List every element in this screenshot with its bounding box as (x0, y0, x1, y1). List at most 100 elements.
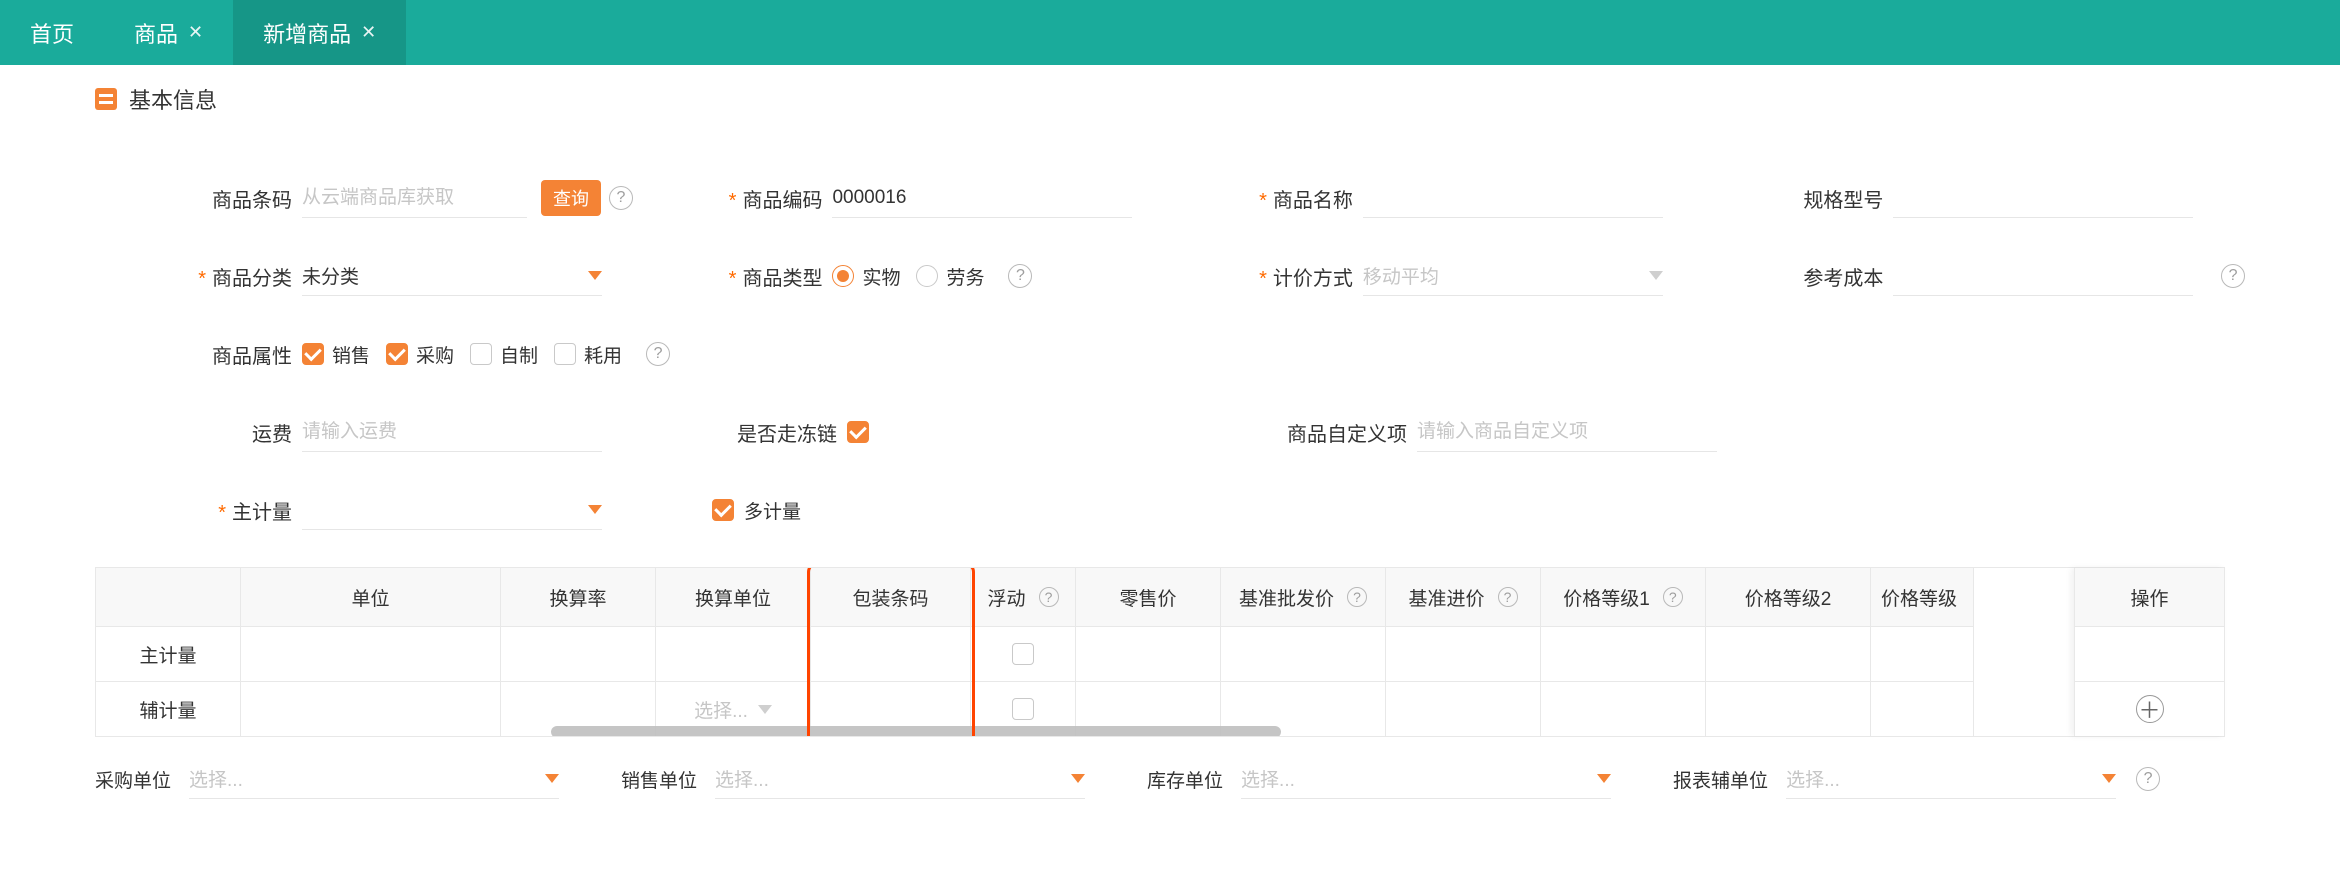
cell-wholesale[interactable] (1221, 626, 1386, 681)
chk-selfmade[interactable]: 自制 (470, 341, 538, 368)
cell-lv1[interactable] (1541, 681, 1706, 736)
cell-lv3[interactable] (1871, 681, 1974, 736)
cell-lv2[interactable] (1706, 681, 1871, 736)
section-title-text: 基本信息 (129, 83, 217, 115)
checkbox-icon[interactable] (1012, 698, 1034, 720)
label-stock-unit: 库存单位 (1147, 766, 1223, 793)
custom-input[interactable] (1417, 412, 1717, 452)
add-row-button[interactable]: ＋ (2136, 695, 2164, 723)
help-icon[interactable]: ? (1663, 587, 1683, 607)
cell-rateunit[interactable] (656, 626, 811, 681)
chk-consume[interactable]: 耗用 (554, 341, 622, 368)
close-icon[interactable]: ✕ (361, 22, 376, 43)
th-level3-cut: 价格等级 (1871, 568, 1974, 626)
chevron-down-icon (545, 774, 559, 783)
radio-physical[interactable]: 实物 (832, 263, 900, 290)
th-rateunit: 换算单位 (656, 568, 811, 626)
cell-op-add: ＋ (2075, 681, 2225, 736)
cell-packbarcode[interactable] (811, 626, 971, 681)
category-select[interactable]: 未分类 (302, 256, 602, 296)
multiunit-checkbox[interactable] (712, 499, 734, 521)
cell-unit[interactable] (241, 681, 501, 736)
row-aux-label: 辅计量 (96, 681, 241, 736)
help-icon[interactable]: ? (1347, 587, 1367, 607)
tab-goods-label: 商品 (134, 17, 178, 49)
label-name: 商品名称 (1228, 184, 1363, 213)
help-icon[interactable]: ? (1008, 264, 1032, 288)
freight-input[interactable] (302, 412, 602, 452)
section-basic-info: 基本信息 (95, 83, 2245, 115)
cell-float[interactable] (971, 626, 1076, 681)
cell-basecost[interactable] (1386, 681, 1541, 736)
label-code: 商品编码 (697, 184, 832, 213)
name-input[interactable] (1363, 178, 1663, 218)
close-icon[interactable]: ✕ (188, 22, 203, 43)
chevron-down-icon (2102, 774, 2116, 783)
cell-lv2[interactable] (1706, 626, 1871, 681)
tab-home[interactable]: 首页 (0, 0, 104, 65)
cell-unit[interactable] (241, 626, 501, 681)
label-freight: 运费 (167, 418, 302, 447)
purchase-unit-select[interactable]: 选择... (189, 759, 559, 799)
label-mainunit: 主计量 (167, 496, 302, 525)
tab-goods[interactable]: 商品 ✕ (104, 0, 233, 65)
coldchain-checkbox[interactable] (847, 421, 869, 443)
code-input[interactable] (832, 178, 1132, 218)
table-scroll[interactable]: 单位 换算率 换算单位 包装条码 浮动? 零售价 基准批发价? 基准进价? 价格… (241, 568, 2074, 736)
help-icon[interactable]: ? (1039, 587, 1059, 607)
unit-table: 主计量 辅计量 单位 换算率 换算单位 包装条码 浮动? 零售价 基准批发价? … (95, 567, 2225, 737)
cell-lv3[interactable] (1871, 626, 1974, 681)
mainunit-select[interactable] (302, 490, 602, 530)
sale-unit-select[interactable]: 选择... (715, 759, 1085, 799)
label-coldchain: 是否走冻链 (712, 418, 847, 447)
cell-retail[interactable] (1076, 626, 1221, 681)
checkbox-icon (302, 343, 324, 365)
checkbox-icon[interactable] (1012, 643, 1034, 665)
pricing-select[interactable]: 移动平均 (1363, 256, 1663, 296)
report-unit-select[interactable]: 选择... (1786, 759, 2116, 799)
radio-service[interactable]: 劳务 (916, 263, 984, 290)
lookup-button[interactable]: 查询 (541, 180, 601, 216)
label-category: 商品分类 (167, 262, 302, 291)
help-icon[interactable]: ? (646, 342, 670, 366)
chevron-down-icon (588, 505, 602, 514)
checkbox-icon (386, 343, 408, 365)
help-icon[interactable]: ? (2136, 767, 2160, 791)
table-fixed-left: 主计量 辅计量 (96, 568, 241, 736)
help-icon[interactable]: ? (609, 186, 633, 210)
label-custom: 商品自定义项 (1257, 418, 1417, 447)
label-spec: 规格型号 (1758, 184, 1893, 213)
refcost-input[interactable] (1893, 256, 2193, 296)
label-report-unit: 报表辅单位 (1673, 766, 1768, 793)
label-pricing: 计价方式 (1228, 262, 1363, 291)
th-pack-barcode: 包装条码 (811, 568, 971, 626)
horizontal-scrollbar[interactable] (551, 726, 1281, 736)
cell-rate[interactable] (501, 626, 656, 681)
radio-icon (916, 265, 938, 287)
cell-basecost[interactable] (1386, 626, 1541, 681)
th-float: 浮动? (971, 568, 1076, 626)
help-icon[interactable]: ? (2221, 264, 2245, 288)
stock-unit-select[interactable]: 选择... (1241, 759, 1611, 799)
spec-input[interactable] (1893, 178, 2193, 218)
pricing-value: 移动平均 (1363, 262, 1439, 289)
barcode-input[interactable] (302, 178, 527, 218)
chevron-down-icon (588, 271, 602, 280)
th-wholesale: 基准批发价? (1221, 568, 1386, 626)
cell-op (2075, 626, 2225, 681)
checkbox-icon (470, 343, 492, 365)
radio-icon (832, 265, 854, 287)
th-level1: 价格等级1? (1541, 568, 1706, 626)
label-refcost: 参考成本 (1758, 262, 1893, 291)
th-rate: 换算率 (501, 568, 656, 626)
help-icon[interactable]: ? (1498, 587, 1518, 607)
chevron-down-icon (1597, 774, 1611, 783)
chk-sale[interactable]: 销售 (302, 341, 370, 368)
chk-purchase[interactable]: 采购 (386, 341, 454, 368)
category-value: 未分类 (302, 262, 359, 289)
cell-lv1[interactable] (1541, 626, 1706, 681)
th-unit: 单位 (241, 568, 501, 626)
label-attr: 商品属性 (167, 340, 302, 369)
checkbox-icon (554, 343, 576, 365)
tab-new-good[interactable]: 新增商品 ✕ (233, 0, 406, 65)
